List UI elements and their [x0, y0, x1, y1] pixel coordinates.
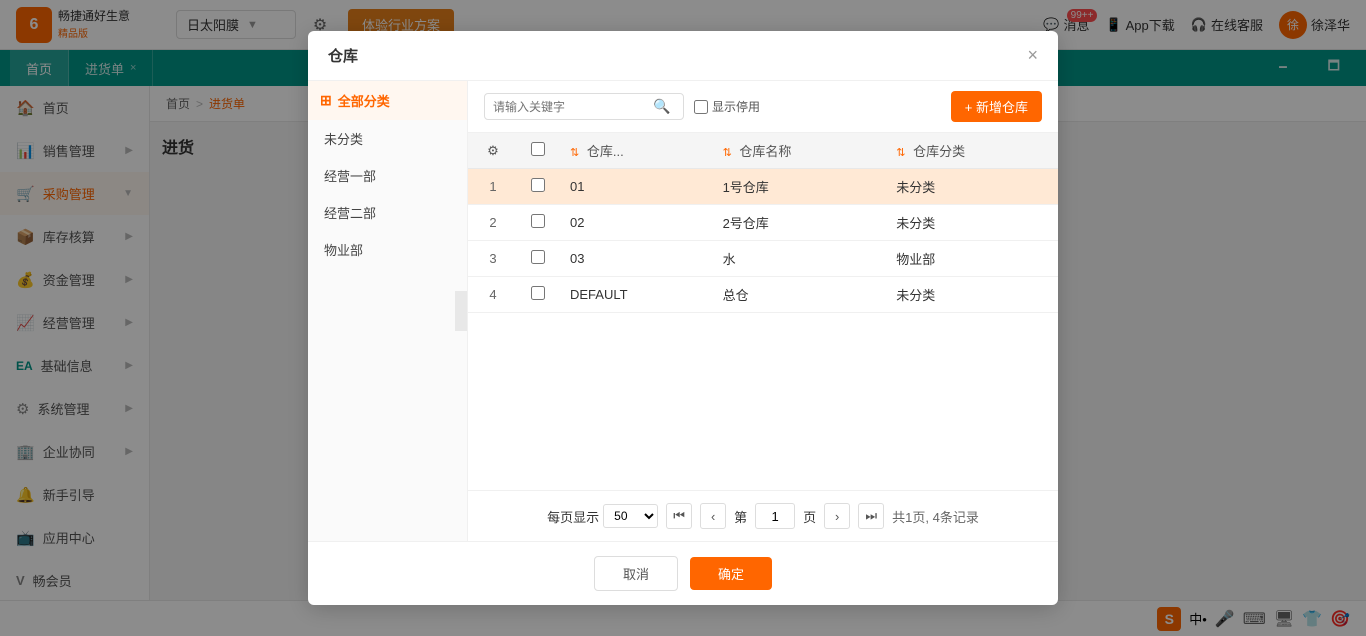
row-code: DEFAULT	[558, 277, 711, 313]
search-input-wrap: 🔍	[484, 93, 684, 120]
modal-body: ⊞ 全部分类 未分类 经营一部 经营二部 物业部 《	[308, 81, 1058, 541]
row-checkbox[interactable]	[531, 178, 545, 192]
row-index: 3	[468, 241, 518, 277]
sort-icon-name: ⇅	[723, 147, 732, 159]
row-index: 4	[468, 277, 518, 313]
page-number-input[interactable]: 1	[755, 503, 795, 529]
category-collapse-btn[interactable]: 《	[455, 291, 468, 331]
row-checkbox[interactable]	[531, 214, 545, 228]
modal-footer: 取消 确定	[308, 541, 1058, 605]
row-checkbox-cell	[518, 205, 558, 241]
modal-title: 仓库	[328, 45, 358, 66]
row-checkbox[interactable]	[531, 286, 545, 300]
pagination-bar: 每页显示 50 10 20 100 ⏮ ‹ 第 1 页 › ⏭ 共1页, 4条记…	[468, 490, 1058, 541]
search-icon[interactable]: 🔍	[653, 98, 670, 115]
modal-header: 仓库 ×	[308, 31, 1058, 81]
row-code: 03	[558, 241, 711, 277]
row-name: 2号仓库	[711, 205, 885, 241]
row-name: 总仓	[711, 277, 885, 313]
warehouse-table: ⚙ ⇅ 仓库... ⇅ 仓库名称	[468, 133, 1058, 490]
table-area: 🔍 显示停用 + 新增仓库 ⚙	[468, 81, 1058, 541]
col-code[interactable]: ⇅ 仓库...	[558, 133, 711, 169]
category-item-ops1[interactable]: 经营一部	[308, 157, 467, 194]
row-checkbox-cell	[518, 169, 558, 205]
warehouse-modal: 仓库 × ⊞ 全部分类 未分类 经营一部 经营二部 物业部 《	[308, 31, 1058, 605]
category-item-unclassified[interactable]: 未分类	[308, 120, 467, 157]
row-index: 2	[468, 205, 518, 241]
category-item-property[interactable]: 物业部	[308, 231, 467, 268]
row-category: 未分类	[884, 169, 1058, 205]
first-page-btn[interactable]: ⏮	[666, 503, 692, 529]
category-header[interactable]: ⊞ 全部分类	[308, 81, 467, 120]
row-index: 1	[468, 169, 518, 205]
grid-icon: ⊞	[320, 92, 332, 109]
sort-icon-category: ⇅	[896, 147, 905, 159]
sort-icon-code: ⇅	[570, 147, 579, 159]
page-size-dropdown[interactable]: 50 10 20 100	[603, 504, 658, 528]
last-page-btn[interactable]: ⏭	[858, 503, 884, 529]
row-code: 01	[558, 169, 711, 205]
col-settings[interactable]: ⚙	[468, 133, 518, 169]
search-input[interactable]	[493, 100, 653, 114]
table-row[interactable]: 1 01 1号仓库 未分类	[468, 169, 1058, 205]
category-sidebar: ⊞ 全部分类 未分类 经营一部 经营二部 物业部 《	[308, 81, 468, 541]
row-category: 未分类	[884, 205, 1058, 241]
row-code: 02	[558, 205, 711, 241]
table-row[interactable]: 2 02 2号仓库 未分类	[468, 205, 1058, 241]
confirm-button[interactable]: 确定	[690, 557, 772, 590]
row-checkbox[interactable]	[531, 250, 545, 264]
col-category[interactable]: ⇅ 仓库分类	[884, 133, 1058, 169]
table-header-row: ⚙ ⇅ 仓库... ⇅ 仓库名称	[468, 133, 1058, 169]
prev-page-btn[interactable]: ‹	[700, 503, 726, 529]
table-row[interactable]: 3 03 水 物业部	[468, 241, 1058, 277]
show-disabled-label[interactable]: 显示停用	[694, 98, 760, 115]
page-total: 共1页, 4条记录	[892, 507, 979, 526]
cancel-button[interactable]: 取消	[594, 556, 678, 591]
next-page-btn[interactable]: ›	[824, 503, 850, 529]
row-name: 水	[711, 241, 885, 277]
select-all-checkbox[interactable]	[531, 142, 545, 156]
col-name[interactable]: ⇅ 仓库名称	[711, 133, 885, 169]
row-category: 未分类	[884, 277, 1058, 313]
col-checkbox	[518, 133, 558, 169]
row-checkbox-cell	[518, 277, 558, 313]
category-item-ops2[interactable]: 经营二部	[308, 194, 467, 231]
row-category: 物业部	[884, 241, 1058, 277]
row-name: 1号仓库	[711, 169, 885, 205]
row-checkbox-cell	[518, 241, 558, 277]
show-disabled-checkbox[interactable]	[694, 100, 708, 114]
add-warehouse-btn[interactable]: + 新增仓库	[951, 91, 1042, 122]
table-toolbar: 🔍 显示停用 + 新增仓库	[468, 81, 1058, 133]
modal-close-btn[interactable]: ×	[1027, 45, 1038, 66]
page-size-select: 每页显示 50 10 20 100	[547, 504, 658, 528]
table-row[interactable]: 4 DEFAULT 总仓 未分类	[468, 277, 1058, 313]
